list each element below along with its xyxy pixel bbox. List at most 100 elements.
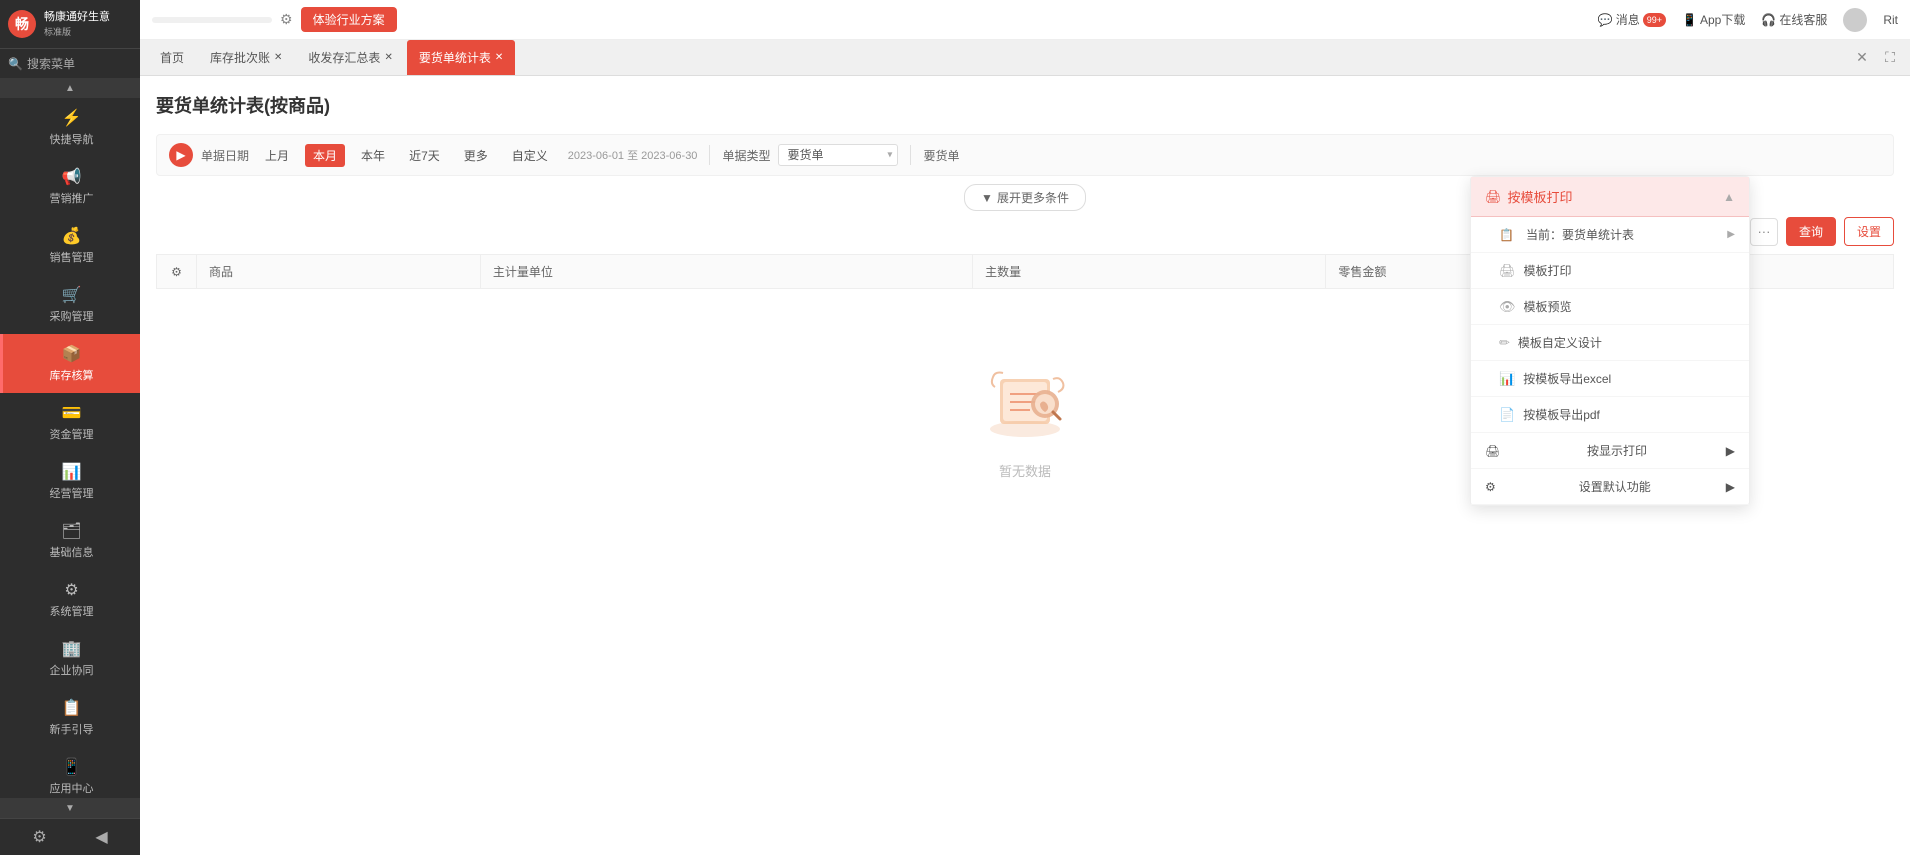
sidebar-item-purchase[interactable]: 🛒 采购管理 xyxy=(0,275,140,334)
type-select-wrap: 要货单 xyxy=(778,144,898,166)
sidebar-item-marketing[interactable]: 📢 营销推广 xyxy=(0,157,140,216)
export-pdf-label: 按模板导出pdf xyxy=(1523,406,1600,423)
date-more[interactable]: 更多 xyxy=(456,144,496,167)
sidebar-item-finance[interactable]: 💳 资金管理 xyxy=(0,393,140,452)
date-prev-month[interactable]: 上月 xyxy=(257,144,297,167)
app-badge: 标准版 xyxy=(44,25,110,38)
print-display-print[interactable]: 🖨 按显示打印 ▶ xyxy=(1471,433,1749,469)
set-default-icon: ⚙ xyxy=(1485,480,1496,494)
date-custom[interactable]: 自定义 xyxy=(504,144,556,167)
print-export-pdf[interactable]: 📄 按模板导出pdf xyxy=(1471,397,1749,433)
tabs-actions: ✕ ⛶ xyxy=(1850,46,1902,70)
message-label: 消息 xyxy=(1616,11,1640,28)
print-dropdown: 🖨 按模板打印 ▲ 📋 当前：要货单统计表 ▶ 🖨 模板打印 👁 模板预览 ✏ xyxy=(1470,176,1750,506)
operations-icon: 📊 xyxy=(62,462,82,482)
print-dropdown-title-icon: 🖨 xyxy=(1485,189,1502,205)
sidebar-item-label: 企业协同 xyxy=(50,662,94,678)
print-current-item[interactable]: 📋 当前：要货单统计表 ▶ xyxy=(1471,217,1749,253)
filter-bar: ▶ 单据日期 上月 本月 本年 近7天 更多 自定义 2023-06-01 至 … xyxy=(156,134,1894,176)
main-area: ⚙ 体验行业方案 💬 消息 99+ 📱 App下载 🎧 在线客服 Rit 首页 xyxy=(140,0,1910,855)
logo-icon: 畅 xyxy=(8,10,36,38)
tab-home[interactable]: 首页 xyxy=(148,40,196,75)
content-area: 要货单统计表(按商品) ▶ 单据日期 上月 本月 本年 近7天 更多 自定义 2… xyxy=(140,76,1910,855)
tab-receipt-summary[interactable]: 收发存汇总表 ✕ xyxy=(296,40,404,75)
sidebar-scroll-up[interactable]: ▲ xyxy=(0,78,140,98)
user-avatar[interactable] xyxy=(1843,8,1867,32)
date-cur-month[interactable]: 本月 xyxy=(305,144,345,167)
tab-home-label: 首页 xyxy=(160,49,184,66)
print-template-design[interactable]: ✏ 模板自定义设计 xyxy=(1471,325,1749,361)
page-title: 要货单统计表(按商品) xyxy=(156,92,1894,118)
print-dropdown-chevron-up[interactable]: ▲ xyxy=(1723,190,1735,204)
sidebar: 畅 畅康通好生意 标准版 🔍 搜索菜单 ▲ ⚡ 快捷导航 📢 营销推广 💰 销售… xyxy=(0,0,140,855)
app-center-icon: 📱 xyxy=(62,757,82,777)
sidebar-item-enterprise[interactable]: 🏢 企业协同 xyxy=(0,629,140,688)
app-name: 畅康通好生意 xyxy=(44,10,110,24)
sidebar-item-guide[interactable]: 📋 新手引导 xyxy=(0,688,140,747)
print-dropdown-title: 🖨 按模板打印 xyxy=(1485,187,1573,206)
sidebar-item-label: 资金管理 xyxy=(50,426,94,442)
print-export-excel[interactable]: 📊 按模板导出excel xyxy=(1471,361,1749,397)
more-actions-btn[interactable]: ··· xyxy=(1750,218,1778,246)
more-icon: ··· xyxy=(1757,224,1770,239)
expand-conditions-btn[interactable]: ▼ 展开更多条件 xyxy=(964,184,1086,211)
finance-icon: 💳 xyxy=(62,403,82,423)
tab-order-stats-close[interactable]: ✕ xyxy=(495,52,503,63)
sidebar-item-quick-nav[interactable]: ⚡ 快捷导航 xyxy=(0,98,140,157)
col-extra xyxy=(1749,255,1894,289)
user-name: Rit xyxy=(1883,13,1898,27)
tab-inventory-batch-close[interactable]: ✕ xyxy=(274,52,282,63)
topbar-app-download[interactable]: 📱 App下载 xyxy=(1682,11,1745,28)
sidebar-scroll-down[interactable]: ▼ xyxy=(0,798,140,818)
tab-close-btn[interactable]: ✕ xyxy=(1850,46,1874,70)
sidebar-settings-icon[interactable]: ⚙ xyxy=(32,827,46,847)
guide-icon: 📋 xyxy=(62,698,82,718)
sidebar-item-system[interactable]: ⚙ 系统管理 xyxy=(0,570,140,629)
sidebar-item-sales[interactable]: 💰 销售管理 xyxy=(0,216,140,275)
export-pdf-icon: 📄 xyxy=(1499,407,1515,423)
current-template-label: 当前：要货单统计表 xyxy=(1526,226,1719,243)
tab-inventory-batch[interactable]: 库存批次账 ✕ xyxy=(198,40,294,75)
col-product: 商品 xyxy=(197,255,481,289)
date-7days[interactable]: 近7天 xyxy=(401,144,448,167)
print-template-preview[interactable]: 👁 模板预览 xyxy=(1471,289,1749,325)
print-template-print[interactable]: 🖨 模板打印 xyxy=(1471,253,1749,289)
tab-order-stats[interactable]: 要货单统计表 ✕ xyxy=(407,40,515,75)
sidebar-item-operations[interactable]: 📊 经营管理 xyxy=(0,452,140,511)
sidebar-item-inventory[interactable]: 📦 库存核算 xyxy=(0,334,140,393)
date-filter-label: 单据日期 xyxy=(201,147,249,164)
sidebar-item-app-center[interactable]: 📱 应用中心 xyxy=(0,747,140,798)
sidebar-search[interactable]: 🔍 搜索菜单 xyxy=(0,49,140,78)
col-settings[interactable]: ⚙ xyxy=(157,255,197,289)
search-label: 搜索菜单 xyxy=(27,55,75,72)
trial-btn[interactable]: 体验行业方案 xyxy=(301,7,397,32)
sidebar-item-label: 基础信息 xyxy=(50,544,94,560)
sales-icon: 💰 xyxy=(62,226,82,246)
filter-expand-toggle[interactable]: ▶ xyxy=(169,143,193,167)
topbar-message[interactable]: 💬 消息 99+ xyxy=(1598,11,1666,28)
settings-btn[interactable]: 设置 xyxy=(1844,217,1894,246)
sidebar-collapse-icon[interactable]: ◀ xyxy=(95,827,107,847)
template-print-icon: 🖨 xyxy=(1499,263,1516,279)
date-cur-year[interactable]: 本年 xyxy=(353,144,393,167)
topbar-gear-icon[interactable]: ⚙ xyxy=(280,11,293,28)
topbar-online-service[interactable]: 🎧 在线客服 xyxy=(1761,11,1827,28)
basic-icon: 🗂 xyxy=(61,521,81,541)
template-preview-label: 模板预览 xyxy=(1524,298,1572,315)
type-select[interactable]: 要货单 xyxy=(778,144,898,166)
tab-maximize-btn[interactable]: ⛶ xyxy=(1878,46,1902,70)
marketing-icon: 📢 xyxy=(62,167,82,187)
enterprise-icon: 🏢 xyxy=(62,639,82,659)
sidebar-item-basic[interactable]: 🗂 基础信息 xyxy=(0,511,140,570)
date-range-display: 2023-06-01 至 2023-06-30 xyxy=(568,147,698,163)
sidebar-nav: ⚡ 快捷导航 📢 营销推广 💰 销售管理 🛒 采购管理 📦 库存核算 💳 资金管… xyxy=(0,98,140,798)
set-default-label: 设置默认功能 xyxy=(1579,478,1651,495)
current-template-icon: 📋 xyxy=(1499,228,1514,242)
print-set-default[interactable]: ⚙ 设置默认功能 ▶ xyxy=(1471,469,1749,505)
query-btn[interactable]: 查询 xyxy=(1786,217,1836,246)
topbar-search-display xyxy=(152,17,272,23)
tab-receipt-summary-close[interactable]: ✕ xyxy=(384,52,392,63)
sidebar-item-label: 应用中心 xyxy=(50,780,94,796)
current-chevron-icon: ▶ xyxy=(1727,229,1735,240)
empty-svg xyxy=(975,349,1075,449)
